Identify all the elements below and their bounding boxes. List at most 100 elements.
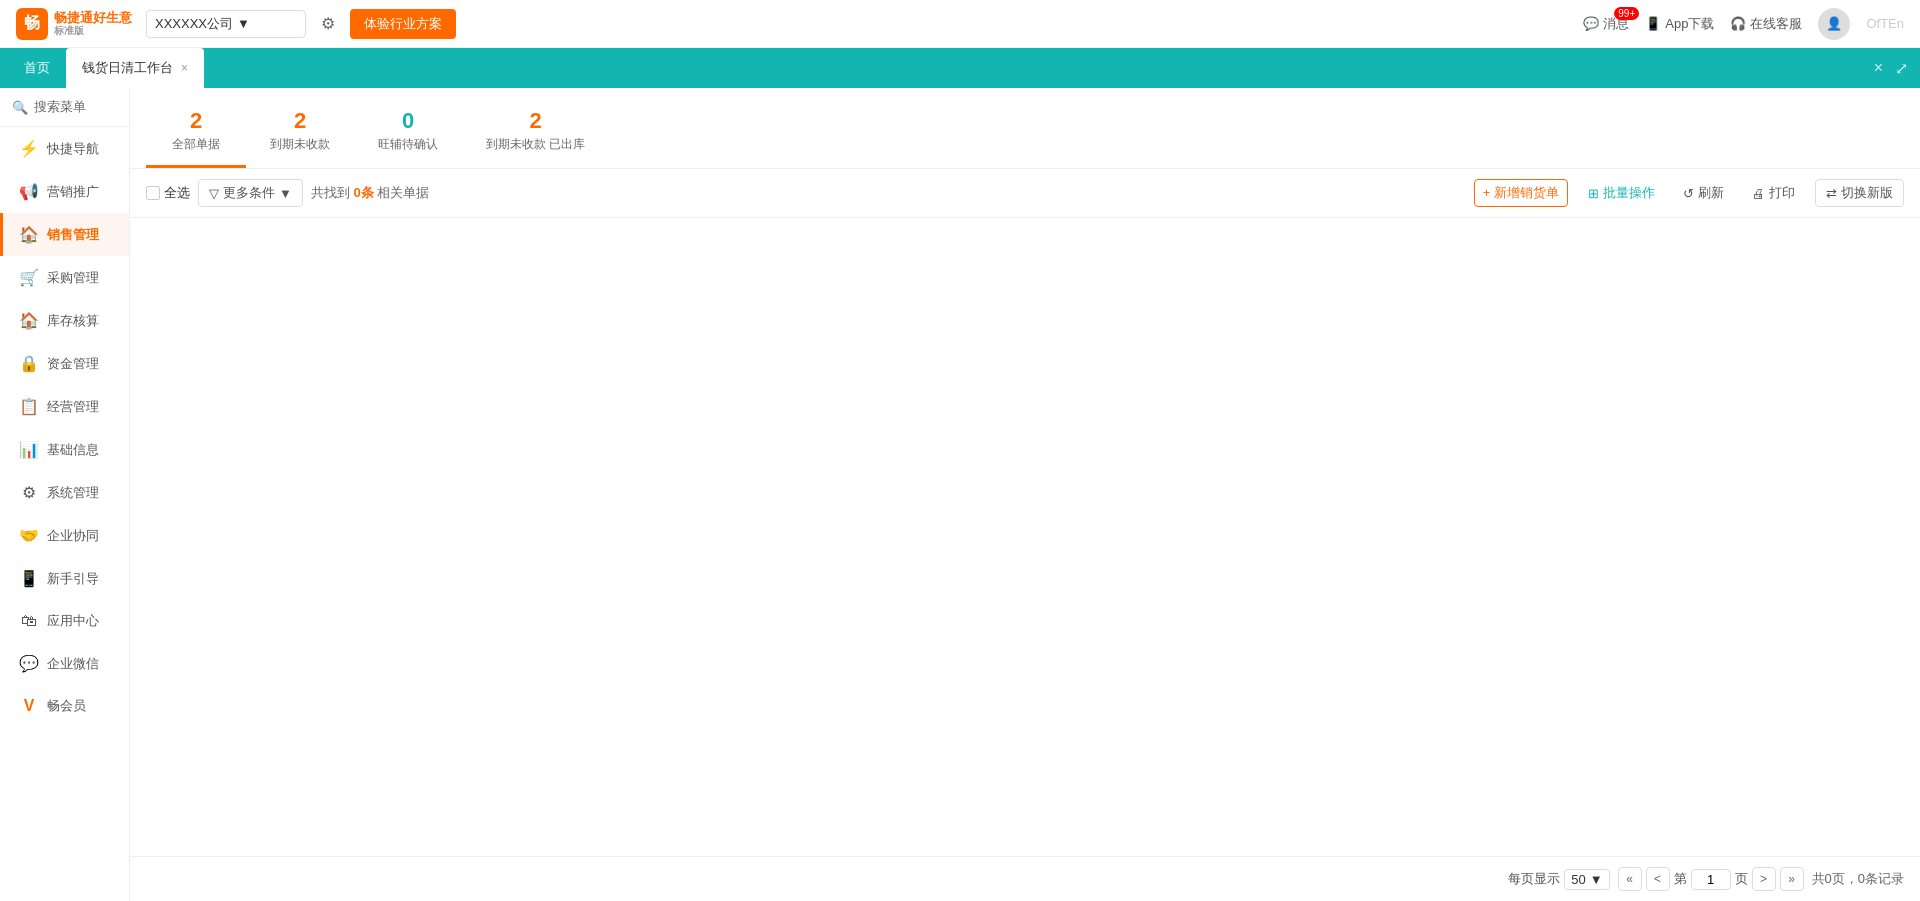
pagination-bar: 每页显示 50 ▼ « < 第 页 > » 共0页，0条记录 — [130, 856, 1920, 901]
page-suffix: 页 — [1735, 870, 1748, 888]
top-header: 畅 畅捷通好生意 标准版 XXXXXX公司 ▼ ⚙ 体验行业方案 💬 消息 99… — [0, 0, 1920, 48]
app-download-action[interactable]: 📱 App下载 — [1645, 15, 1714, 33]
member-icon: V — [19, 697, 39, 715]
sales-icon: 🏠 — [19, 225, 39, 244]
search-label: 搜索菜单 — [34, 98, 86, 116]
sidebar-item-guide[interactable]: 📱 新手引导 — [0, 557, 129, 600]
experience-btn[interactable]: 体验行业方案 — [350, 9, 456, 39]
print-icon: 🖨 — [1752, 186, 1765, 201]
online-service-action[interactable]: 🎧 在线客服 — [1730, 15, 1802, 33]
batch-operation-btn[interactable]: ⊞ 批量操作 — [1580, 180, 1663, 206]
filter-btn[interactable]: ▽ 更多条件 ▼ — [198, 179, 303, 207]
wechat-label: 企业微信 — [47, 655, 99, 673]
total-info: 共0页，0条记录 — [1812, 870, 1904, 888]
found-text: 共找到 0条 相关单据 — [311, 184, 429, 202]
add-sales-label: + 新增销货单 — [1483, 184, 1559, 202]
settings-icon[interactable]: ⚙ — [314, 10, 342, 38]
sidebar-item-quick-nav[interactable]: ⚡ 快捷导航 — [0, 127, 129, 170]
content-area: 2 全部单据 2 到期未收款 0 旺辅待确认 2 到期未收款 已出库 — [130, 88, 1920, 901]
page-prev-btn[interactable]: < — [1646, 867, 1670, 891]
sidebar-item-purchase[interactable]: 🛒 采购管理 — [0, 256, 129, 299]
tab-minimize-btn[interactable]: × — [1870, 55, 1887, 81]
quick-nav-label: 快捷导航 — [47, 140, 99, 158]
main-layout: 🔍 搜索菜单 ⚡ 快捷导航 📢 营销推广 🏠 销售管理 🛒 采购管理 🏠 库存核… — [0, 88, 1920, 901]
tab-close-icon[interactable]: × — [181, 61, 188, 75]
sidebar-item-marketing[interactable]: 📢 营销推广 — [0, 170, 129, 213]
purchase-label: 采购管理 — [47, 269, 99, 287]
sidebar-item-app-center[interactable]: 🛍 应用中心 — [0, 600, 129, 642]
sidebar: 🔍 搜索菜单 ⚡ 快捷导航 📢 营销推广 🏠 销售管理 🛒 采购管理 🏠 库存核… — [0, 88, 130, 901]
quick-nav-icon: ⚡ — [19, 139, 39, 158]
sales-label: 销售管理 — [47, 226, 99, 244]
wechat-icon: 💬 — [19, 654, 39, 673]
finance-icon: 🔒 — [19, 354, 39, 373]
stat-tab-overdue[interactable]: 2 到期未收款 — [246, 100, 354, 168]
print-btn[interactable]: 🖨 打印 — [1744, 180, 1803, 206]
switch-new-version-btn[interactable]: ⇄ 切换新版 — [1815, 179, 1904, 207]
stat-overdue-num: 2 — [294, 108, 306, 134]
often-label: OfTEn — [1866, 16, 1904, 31]
sidebar-item-sales[interactable]: 🏠 销售管理 — [0, 213, 129, 256]
inventory-label: 库存核算 — [47, 312, 99, 330]
add-sales-btn[interactable]: + 新增销货单 — [1474, 179, 1568, 207]
tab-home[interactable]: 首页 — [8, 48, 66, 88]
marketing-icon: 📢 — [19, 182, 39, 201]
batch-icon: ⊞ — [1588, 186, 1599, 201]
toolbar-left: 全选 ▽ 更多条件 ▼ 共找到 0条 相关单据 — [146, 179, 429, 207]
finance-label: 资金管理 — [47, 355, 99, 373]
tab-maximize-btn[interactable]: ⤢ — [1891, 55, 1912, 82]
app-center-icon: 🛍 — [19, 612, 39, 630]
avatar-icon: 👤 — [1826, 16, 1842, 31]
per-page-label: 每页显示 — [1508, 870, 1560, 888]
app-download-icon: 📱 — [1645, 16, 1661, 31]
sidebar-search[interactable]: 🔍 搜索菜单 — [0, 88, 129, 127]
stat-tab-unshipped[interactable]: 2 到期未收款 已出库 — [462, 100, 609, 168]
sidebar-item-inventory[interactable]: 🏠 库存核算 — [0, 299, 129, 342]
user-name[interactable]: OfTEn — [1866, 16, 1904, 31]
member-label: 畅会员 — [47, 697, 86, 715]
toolbar: 全选 ▽ 更多条件 ▼ 共找到 0条 相关单据 + 新增销货单 ⊞ 批量操作 — [130, 169, 1920, 218]
page-size-value: 50 — [1571, 872, 1585, 887]
select-all-label: 全选 — [164, 184, 190, 202]
sidebar-item-finance[interactable]: 🔒 资金管理 — [0, 342, 129, 385]
refresh-label: 刷新 — [1698, 184, 1724, 202]
page-last-btn[interactable]: » — [1780, 867, 1804, 891]
purchase-icon: 🛒 — [19, 268, 39, 287]
sidebar-item-basic-info[interactable]: 📊 基础信息 — [0, 428, 129, 471]
print-label: 打印 — [1769, 184, 1795, 202]
tab-active[interactable]: 钱货日清工作台 × — [66, 48, 204, 88]
select-all-checkbox[interactable] — [146, 186, 160, 200]
page-next-btn[interactable]: > — [1752, 867, 1776, 891]
table-area — [130, 218, 1920, 856]
page-first-btn[interactable]: « — [1618, 867, 1642, 891]
operations-label: 经营管理 — [47, 398, 99, 416]
sidebar-item-operations[interactable]: 📋 经营管理 — [0, 385, 129, 428]
avatar[interactable]: 👤 — [1818, 8, 1850, 40]
message-action[interactable]: 💬 消息 99+ — [1583, 15, 1629, 33]
stat-tab-all[interactable]: 2 全部单据 — [146, 100, 246, 168]
select-all-area[interactable]: 全选 — [146, 184, 190, 202]
sidebar-item-system[interactable]: ⚙ 系统管理 — [0, 471, 129, 514]
filter-chevron: ▼ — [279, 186, 292, 201]
tab-bar: 首页 钱货日清工作台 × × ⤢ — [0, 48, 1920, 88]
filter-icon: ▽ — [209, 186, 219, 201]
basic-info-label: 基础信息 — [47, 441, 99, 459]
toolbar-right: + 新增销货单 ⊞ 批量操作 ↺ 刷新 🖨 打印 ⇄ 切换新版 — [1474, 179, 1904, 207]
company-selector[interactable]: XXXXXX公司 ▼ — [146, 10, 306, 38]
sidebar-item-member[interactable]: V 畅会员 — [0, 685, 129, 727]
cooperation-label: 企业协同 — [47, 527, 99, 545]
switch-icon: ⇄ — [1826, 186, 1837, 201]
sidebar-item-cooperation[interactable]: 🤝 企业协同 — [0, 514, 129, 557]
refresh-btn[interactable]: ↺ 刷新 — [1675, 180, 1732, 206]
sidebar-item-wechat[interactable]: 💬 企业微信 — [0, 642, 129, 685]
logo-main: 畅捷通好生意 — [54, 10, 132, 26]
system-label: 系统管理 — [47, 484, 99, 502]
app-center-label: 应用中心 — [47, 612, 99, 630]
tab-home-label: 首页 — [24, 59, 50, 77]
guide-icon: 📱 — [19, 569, 39, 588]
found-count: 0条 — [354, 185, 374, 200]
stat-tab-pending[interactable]: 0 旺辅待确认 — [354, 100, 462, 168]
page-size-dropdown[interactable]: 50 ▼ — [1564, 869, 1609, 890]
page-input[interactable] — [1691, 869, 1731, 890]
marketing-label: 营销推广 — [47, 183, 99, 201]
